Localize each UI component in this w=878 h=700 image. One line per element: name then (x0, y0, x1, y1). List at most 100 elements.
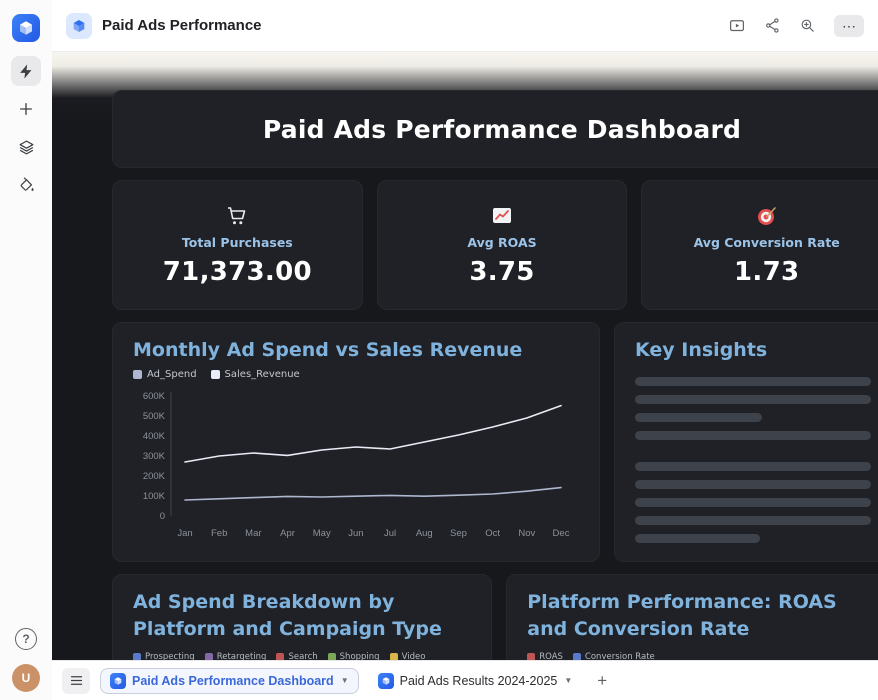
user-avatar[interactable]: U (12, 664, 40, 692)
svg-text:Jun: Jun (348, 528, 363, 539)
chart-increasing-icon (490, 204, 514, 228)
insights-skeleton-group (635, 377, 871, 440)
charts-row: Monthly Ad Spend vs Sales Revenue Ad_Spe… (112, 322, 878, 562)
legend-item: Search (276, 652, 318, 660)
topbar-actions: ⋯ (728, 14, 864, 37)
tab-paid-ads-results[interactable]: Paid Ads Results 2024-2025 ▼ (369, 669, 582, 693)
help-button[interactable]: ? (15, 628, 37, 650)
cart-icon (225, 204, 249, 228)
list-icon (70, 676, 82, 685)
kpi-card-avg-conversion-rate: Avg Conversion Rate 1.73 (641, 180, 878, 310)
app-window: ? U Paid Ads Performance ⋯ Paid Ads Perf… (0, 0, 878, 700)
skeleton-bar (635, 377, 871, 386)
dashboard-header-card: Paid Ads Performance Dashboard (112, 90, 878, 168)
document-icon (66, 12, 92, 39)
svg-text:Oct: Oct (485, 528, 500, 539)
legend-label: Sales_Revenue (224, 369, 300, 380)
skeleton-bar (635, 395, 871, 404)
kpi-card-total-purchases: Total Purchases 71,373.00 (112, 180, 363, 310)
more-options-button[interactable]: ⋯ (834, 14, 864, 37)
legend-item: Ad_Spend (133, 369, 197, 380)
svg-text:Aug: Aug (416, 528, 433, 539)
legend-label: Video (401, 652, 426, 660)
svg-text:Jan: Jan (177, 528, 192, 539)
svg-text:May: May (313, 528, 331, 539)
kpi-row: Total Purchases 71,373.00 Avg ROAS 3.75 (112, 180, 878, 310)
svg-text:Sep: Sep (450, 528, 467, 539)
skeleton-bar (635, 498, 871, 507)
sidebar-item-actions[interactable] (11, 56, 41, 86)
legend-item: Sales_Revenue (210, 369, 300, 380)
bottom-row: Ad Spend Breakdown by Platform and Campa… (112, 574, 878, 660)
legend-swatch (527, 653, 536, 660)
slideshow-button[interactable] (728, 17, 746, 35)
skeleton-bar (635, 462, 871, 471)
performance-legend: ROAS Conversion Rate (527, 652, 871, 660)
zoom-in-button[interactable] (799, 17, 816, 34)
card-title: Platform Performance: ROAS and Conversio… (527, 591, 837, 640)
chart-title: Monthly Ad Spend vs Sales Revenue (133, 339, 523, 361)
insights-title: Key Insights (635, 339, 768, 361)
page-icon (110, 672, 126, 689)
legend-label: Search (288, 652, 318, 660)
legend-swatch (276, 653, 285, 660)
kpi-value: 71,373.00 (162, 256, 312, 287)
chevron-down-icon[interactable]: ▼ (341, 676, 349, 685)
kpi-label: Avg ROAS (467, 234, 537, 250)
legend-label: Retargeting (216, 652, 267, 660)
chevron-down-icon[interactable]: ▼ (564, 676, 572, 685)
skeleton-bar (635, 480, 871, 489)
breakdown-legend: Prospecting Retargeting Search Shopping (133, 652, 471, 660)
skeleton-bar (635, 431, 871, 440)
legend-swatch (204, 653, 213, 660)
legend-label: Conversion Rate (584, 652, 655, 660)
svg-text:0: 0 (160, 511, 165, 522)
svg-text:300K: 300K (143, 451, 166, 462)
app-logo[interactable] (12, 14, 40, 42)
sidebar-item-add[interactable] (11, 94, 41, 124)
svg-text:200K: 200K (143, 471, 166, 482)
kpi-label: Total Purchases (181, 234, 293, 250)
slideshow-icon (730, 19, 744, 31)
skeleton-bar (635, 516, 871, 525)
legend-swatch (327, 653, 336, 660)
svg-text:400K: 400K (143, 431, 166, 442)
tab-label: Paid Ads Performance Dashboard (132, 673, 334, 688)
target-icon (755, 204, 779, 228)
tab-paid-ads-performance-dashboard[interactable]: Paid Ads Performance Dashboard ▼ (100, 667, 359, 694)
legend-item: Retargeting (204, 652, 267, 660)
sidebar-item-layers[interactable] (11, 132, 41, 162)
svg-text:Jul: Jul (384, 528, 396, 539)
dashboard-canvas: Paid Ads Performance Dashboard Total Pur… (52, 52, 878, 660)
card-title: Ad Spend Breakdown by Platform and Campa… (133, 591, 442, 640)
kpi-value: 1.73 (734, 256, 800, 287)
kpi-label: Avg Conversion Rate (693, 234, 840, 250)
svg-text:Feb: Feb (211, 528, 227, 539)
svg-text:Nov: Nov (518, 528, 535, 539)
add-page-button[interactable]: + (591, 669, 613, 693)
top-bar: Paid Ads Performance ⋯ (52, 0, 878, 52)
share-icon (766, 18, 779, 33)
insights-skeleton-group (635, 462, 871, 543)
legend-item: Conversion Rate (572, 652, 655, 660)
sidebar-item-theme[interactable] (11, 170, 41, 200)
kpi-value: 3.75 (469, 256, 535, 287)
document-title: Paid Ads Performance (102, 17, 262, 34)
kpi-card-avg-roas: Avg ROAS 3.75 (376, 180, 628, 310)
pages-list-button[interactable] (62, 667, 90, 694)
legend-item: Shopping (327, 652, 380, 660)
svg-text:500K: 500K (143, 411, 166, 422)
svg-text:600K: 600K (143, 391, 166, 402)
dashboard-title: Paid Ads Performance Dashboard (262, 114, 742, 144)
svg-text:Apr: Apr (280, 528, 295, 539)
tab-label: Paid Ads Results 2024-2025 (399, 673, 558, 688)
zoom-in-icon (801, 19, 814, 32)
share-button[interactable] (764, 17, 781, 34)
svg-text:Mar: Mar (245, 528, 261, 539)
ad-spend-breakdown-card: Ad Spend Breakdown by Platform and Campa… (112, 574, 493, 660)
legend-label: Ad_Spend (147, 369, 197, 380)
dashboard-content: Paid Ads Performance Dashboard Total Pur… (52, 52, 878, 660)
legend-swatch (572, 653, 581, 660)
skeleton-bar (635, 413, 763, 422)
sidebar: ? U (0, 0, 52, 700)
